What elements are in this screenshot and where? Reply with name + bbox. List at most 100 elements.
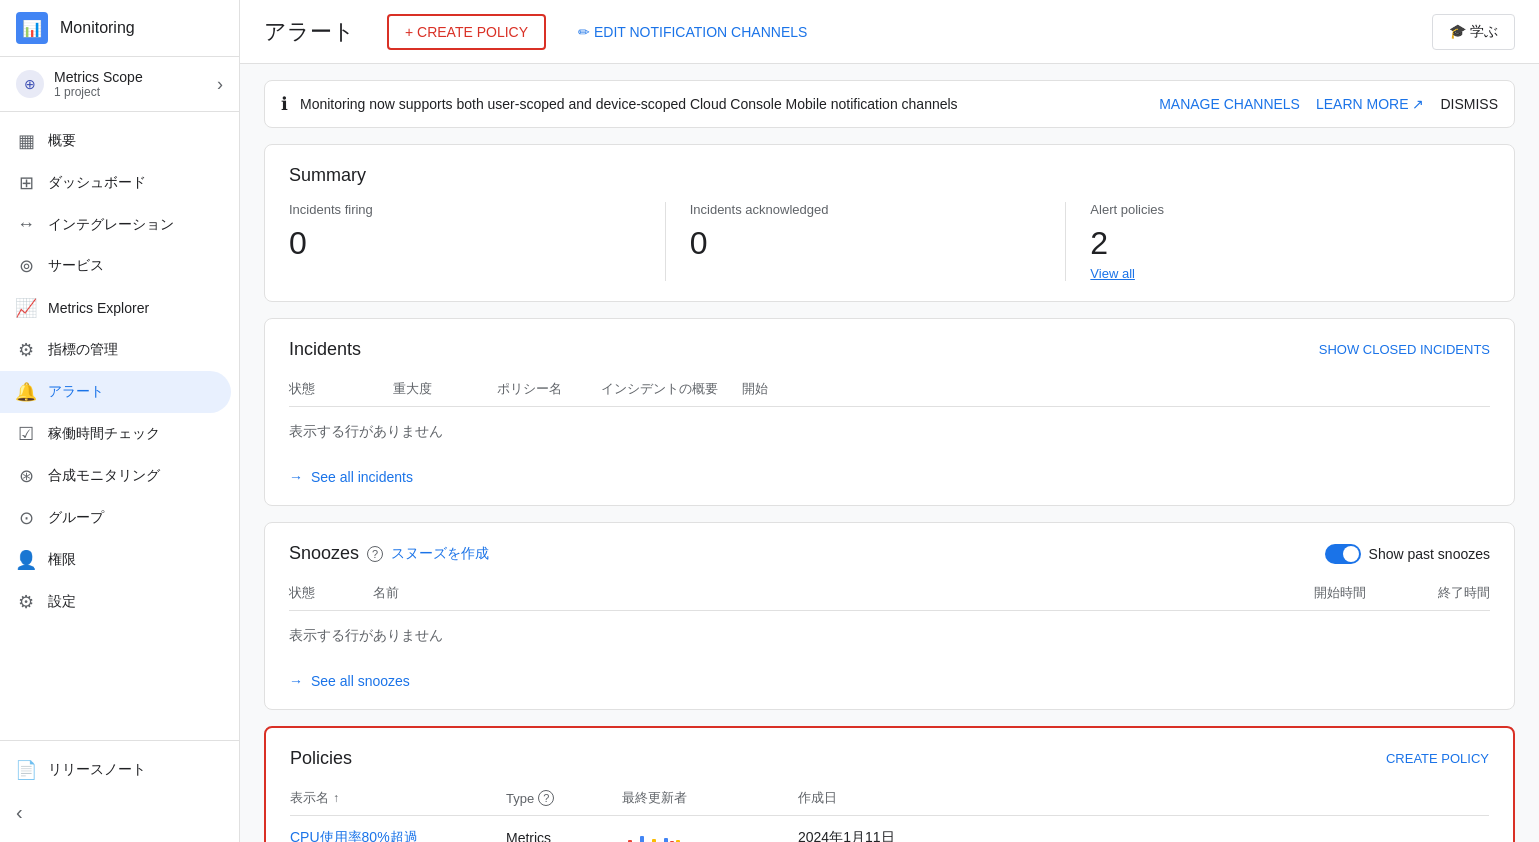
edit-channels-label: ✏ EDIT NOTIFICATION CHANNELS (578, 24, 807, 40)
bar-chart-icon: ▦ (16, 130, 36, 152)
learn-more-link[interactable]: LEARN MORE ↗ (1316, 96, 1424, 112)
show-past-snoozes-toggle[interactable] (1325, 544, 1361, 564)
manage-channels-link[interactable]: MANAGE CHANNELS (1159, 96, 1300, 112)
metrics-scope-name: Metrics Scope (54, 69, 143, 85)
sidebar-item-uptime[interactable]: ☑ 稼働時間チェック (0, 413, 231, 455)
chevron-right-icon[interactable]: › (217, 74, 223, 95)
page-title: アラート (264, 17, 355, 47)
arrow-right-icon: → (289, 469, 303, 485)
view-all-link[interactable]: View all (1090, 266, 1442, 281)
policy-updater-chart (622, 828, 782, 842)
policies-title: Policies (290, 748, 352, 769)
sidebar-item-service[interactable]: ⊚ サービス (0, 245, 231, 287)
manage-icon: ⚙ (16, 339, 36, 361)
incidents-empty-message: 表示する行がありません (289, 407, 1490, 457)
sidebar-item-release-notes[interactable]: 📄 リリースノート (0, 749, 239, 791)
app-name: Monitoring (60, 19, 135, 37)
help-icon[interactable]: ? (367, 546, 383, 562)
app-header: 📊 Monitoring (0, 0, 239, 57)
stat-alert-policies: Alert policies 2 View all (1090, 202, 1466, 281)
sidebar-item-label: ダッシュボード (48, 174, 146, 192)
sidebar-item-label: リリースノート (48, 761, 146, 779)
col-end: 終了時間 (1390, 584, 1490, 602)
col-policy-name: ポリシー名 (497, 380, 577, 398)
integration-icon: ↔ (16, 214, 36, 235)
create-policy-button[interactable]: + CREATE POLICY (387, 14, 546, 50)
stat-value: 0 (289, 225, 641, 262)
sidebar-item-alerts[interactable]: 🔔 アラート (0, 371, 231, 413)
metrics-scope-text: Metrics Scope 1 project (54, 69, 143, 99)
metrics-scope-sub: 1 project (54, 85, 143, 99)
sidebar-item-label: 権限 (48, 551, 76, 569)
see-all-snoozes-link[interactable]: → See all snoozes (289, 661, 1490, 689)
sidebar-item-settings[interactable]: ⚙ 設定 (0, 581, 231, 623)
sidebar-collapse-button[interactable]: ‹ (0, 791, 239, 834)
sidebar-item-label: Metrics Explorer (48, 300, 149, 316)
stat-incidents-acknowledged: Incidents acknowledged 0 (690, 202, 1067, 281)
col-name: 名前 (373, 584, 1242, 602)
info-message: Monitoring now supports both user-scoped… (300, 96, 1147, 112)
info-icon: ℹ (281, 93, 288, 115)
sidebar-item-integration[interactable]: ↔ インテグレーション (0, 204, 231, 245)
type-help-icon[interactable]: ? (538, 790, 554, 806)
sidebar-item-groups[interactable]: ⊙ グループ (0, 497, 231, 539)
see-all-snoozes-label: See all snoozes (311, 673, 410, 689)
learn-button[interactable]: 🎓 学ぶ (1432, 14, 1515, 50)
edit-notification-channels-button[interactable]: ✏ EDIT NOTIFICATION CHANNELS (562, 16, 823, 48)
col-start: 開始 (742, 380, 822, 398)
dismiss-button[interactable]: DISMISS (1440, 96, 1498, 112)
content-area: ℹ Monitoring now supports both user-scop… (240, 64, 1539, 842)
sidebar-bottom: 📄 リリースノート ‹ (0, 740, 239, 842)
info-banner: ℹ Monitoring now supports both user-scop… (264, 80, 1515, 128)
show-past-snoozes-label: Show past snoozes (1369, 546, 1490, 562)
create-snooze-link[interactable]: スヌーズを作成 (391, 545, 489, 563)
sidebar-item-label: アラート (48, 383, 104, 401)
main-content: アラート + CREATE POLICY ✏ EDIT NOTIFICATION… (240, 0, 1539, 842)
see-all-incidents-label: See all incidents (311, 469, 413, 485)
metrics-scope-item[interactable]: ⊕ Metrics Scope 1 project › (0, 57, 239, 112)
policy-name-cell: CPU使用率80%超過 (290, 829, 490, 842)
topbar: アラート + CREATE POLICY ✏ EDIT NOTIFICATION… (240, 0, 1539, 64)
sidebar-item-label: 合成モニタリング (48, 467, 160, 485)
snoozes-title: Snoozes (289, 543, 359, 564)
sidebar-item-metrics-explorer[interactable]: 📈 Metrics Explorer (0, 287, 231, 329)
col-display-name: 表示名 ↑ (290, 789, 490, 807)
sort-asc-icon[interactable]: ↑ (333, 791, 339, 805)
col-created-date: 作成日 (798, 789, 918, 807)
snooze-toggle-area: Show past snoozes (1325, 544, 1490, 564)
policy-date-value: 2024年1月11日 (798, 829, 895, 842)
incidents-card: Incidents SHOW CLOSED INCIDENTS 状態 重大度 ポ… (264, 318, 1515, 506)
summary-card: Summary Incidents firing 0 Incidents ack… (264, 144, 1515, 302)
sidebar-item-synthetic[interactable]: ⊛ 合成モニタリング (0, 455, 231, 497)
create-policy-label: + CREATE POLICY (405, 24, 528, 40)
sidebar-item-label: 設定 (48, 593, 76, 611)
arrow-right-icon: → (289, 673, 303, 689)
stat-value: 0 (690, 225, 1042, 262)
incidents-title: Incidents (289, 339, 361, 360)
sidebar-item-dashboard[interactable]: ⊞ ダッシュボード (0, 162, 231, 204)
person-icon: 👤 (16, 549, 36, 571)
summary-stats: Incidents firing 0 Incidents acknowledge… (289, 202, 1490, 281)
see-all-incidents-link[interactable]: → See all incidents (289, 457, 1490, 485)
uptime-icon: ☑ (16, 423, 36, 445)
dashboard-icon: ⊞ (16, 172, 36, 194)
col-start: 開始時間 (1266, 584, 1366, 602)
learn-label: 🎓 学ぶ (1449, 23, 1498, 41)
incidents-header: Incidents SHOW CLOSED INCIDENTS (289, 339, 1490, 360)
sidebar-item-metrics-mgmt[interactable]: ⚙ 指標の管理 (0, 329, 231, 371)
summary-title: Summary (289, 165, 1490, 186)
show-closed-incidents-link[interactable]: SHOW CLOSED INCIDENTS (1319, 342, 1490, 357)
snoozes-table-header: 状態 名前 開始時間 終了時間 (289, 576, 1490, 611)
metrics-icon: 📈 (16, 297, 36, 319)
sidebar-item-overview[interactable]: ▦ 概要 (0, 120, 231, 162)
notes-icon: 📄 (16, 759, 36, 781)
col-severity: 重大度 (393, 380, 473, 398)
policy-name-link[interactable]: CPU使用率80%超過 (290, 829, 418, 842)
settings-icon: ⚙ (16, 591, 36, 613)
metrics-scope-icon: ⊕ (16, 70, 44, 98)
policy-type-cell: Metrics (506, 830, 606, 842)
create-policy-inline-button[interactable]: CREATE POLICY (1386, 751, 1489, 766)
updater-mini-chart (622, 828, 692, 842)
sidebar-item-permissions[interactable]: 👤 権限 (0, 539, 231, 581)
policies-table-header: 表示名 ↑ Type ? 最終更新者 作成日 (290, 781, 1489, 816)
